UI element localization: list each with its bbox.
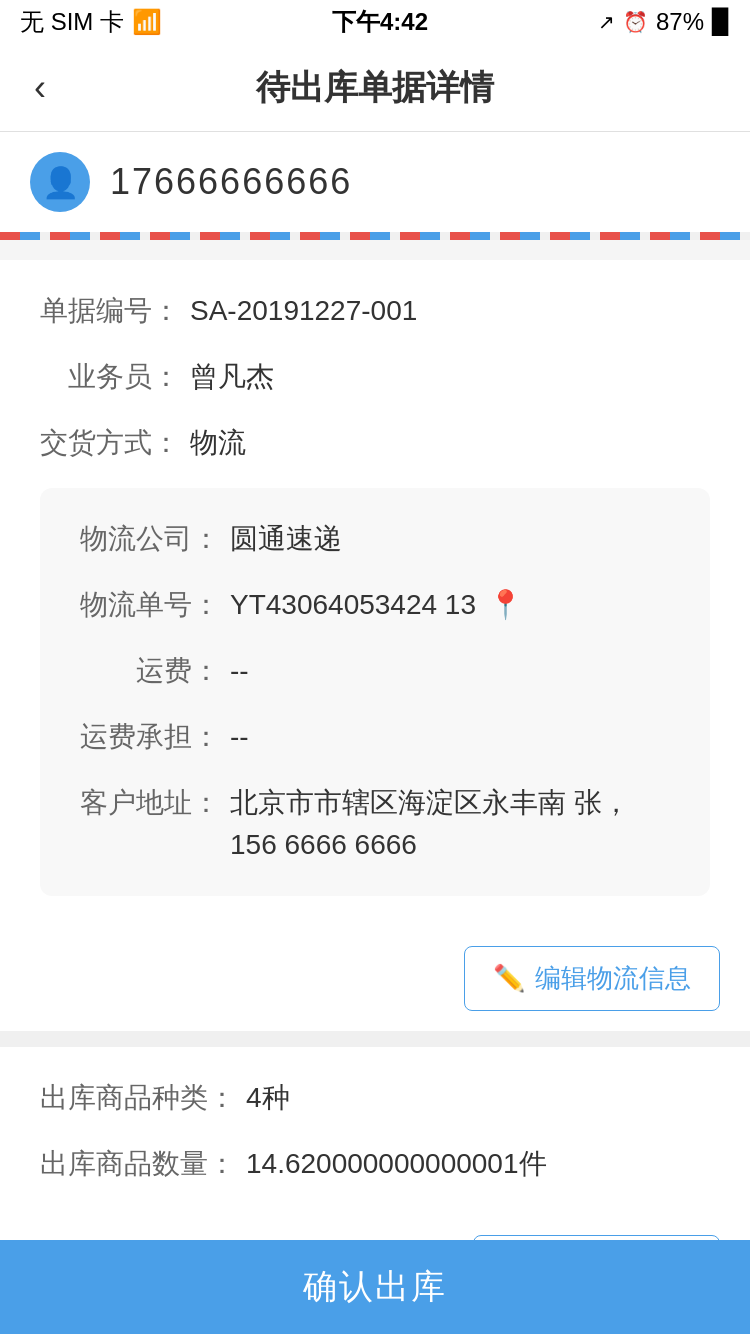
section-divider-1 [0, 1031, 750, 1047]
user-avatar: 👤 [30, 152, 90, 212]
salesperson-value: 曾凡杰 [190, 356, 710, 398]
dashed-divider [0, 232, 750, 240]
goods-types-label: 出库商品种类： [40, 1077, 236, 1119]
goods-types-value: 4种 [246, 1077, 710, 1119]
address-row: 客户地址： 北京市市辖区海淀区永丰南 张，156 6666 6666 [80, 782, 670, 866]
logistics-company-label: 物流公司： [80, 518, 220, 560]
salesperson-label: 业务员： [40, 356, 180, 398]
freight-row: 运费： -- [80, 650, 670, 692]
document-no-value: SA-20191227-001 [190, 290, 710, 332]
tracking-no-label: 物流单号： [80, 584, 220, 626]
user-phone: 17666666666 [110, 161, 352, 203]
address-label: 客户地址： [80, 782, 220, 824]
edit-logistics-button[interactable]: ✏️ 编辑物流信息 [464, 946, 720, 1011]
bottom-bar: 确认出库 [0, 1240, 750, 1334]
basic-info-section: 单据编号： SA-20191227-001 业务员： 曾凡杰 交货方式： 物流 … [0, 260, 750, 926]
address-value: 北京市市辖区海淀区永丰南 张，156 6666 6666 [230, 782, 670, 866]
goods-quantity-row: 出库商品数量： 14.620000000000001件 [40, 1143, 710, 1185]
goods-section: 出库商品种类： 4种 出库商品数量： 14.620000000000001件 [0, 1047, 750, 1215]
logistics-company-row: 物流公司： 圆通速递 [80, 518, 670, 560]
edit-button-label: 编辑物流信息 [535, 961, 691, 996]
edit-icon: ✏️ [493, 963, 525, 994]
freight-bearer-value: -- [230, 716, 670, 758]
goods-quantity-label: 出库商品数量： [40, 1143, 236, 1185]
battery-label: 87% [656, 8, 704, 36]
location-icon: ↗ [598, 10, 615, 34]
freight-bearer-row: 运费承担： -- [80, 716, 670, 758]
tracking-no-row: 物流单号： YT43064053424 13 📍 [80, 584, 670, 626]
delivery-method-label: 交货方式： [40, 422, 180, 464]
battery-icon: ▉ [712, 8, 730, 36]
freight-bearer-label: 运费承担： [80, 716, 220, 758]
wifi-icon: 📶 [132, 8, 162, 36]
confirm-button[interactable]: 确认出库 [303, 1264, 447, 1310]
salesperson-row: 业务员： 曾凡杰 [40, 356, 710, 398]
nav-bar: ‹ 待出库单据详情 [0, 44, 750, 132]
edit-button-row: ✏️ 编辑物流信息 [0, 926, 750, 1031]
status-bar: 无 SIM 卡 📶 下午4:42 ↗ ⏰ 87% ▉ [0, 0, 750, 44]
alarm-icon: ⏰ [623, 10, 648, 34]
document-no-label: 单据编号： [40, 290, 180, 332]
avatar-icon: 👤 [42, 165, 79, 200]
goods-quantity-value: 14.620000000000001件 [246, 1143, 710, 1185]
goods-types-row: 出库商品种类： 4种 [40, 1077, 710, 1119]
freight-label: 运费： [80, 650, 220, 692]
tracking-no-text: YT43064053424 13 [230, 584, 476, 626]
tracking-no-value: YT43064053424 13 📍 [230, 584, 670, 626]
carrier-label: 无 SIM 卡 [20, 6, 124, 38]
logistics-card: 物流公司： 圆通速递 物流单号： YT43064053424 13 📍 运费： … [40, 488, 710, 896]
status-right: ↗ ⏰ 87% ▉ [598, 8, 730, 36]
logistics-company-value: 圆通速递 [230, 518, 670, 560]
freight-value: -- [230, 650, 670, 692]
delivery-method-row: 交货方式： 物流 [40, 422, 710, 464]
page-title: 待出库单据详情 [256, 65, 494, 111]
delivery-method-value: 物流 [190, 422, 710, 464]
back-button[interactable]: ‹ [24, 57, 56, 119]
time-label: 下午4:42 [332, 6, 428, 38]
user-header: 👤 17666666666 [0, 132, 750, 232]
status-left: 无 SIM 卡 📶 [20, 6, 162, 38]
location-pin-icon[interactable]: 📍 [488, 584, 523, 626]
document-no-row: 单据编号： SA-20191227-001 [40, 290, 710, 332]
